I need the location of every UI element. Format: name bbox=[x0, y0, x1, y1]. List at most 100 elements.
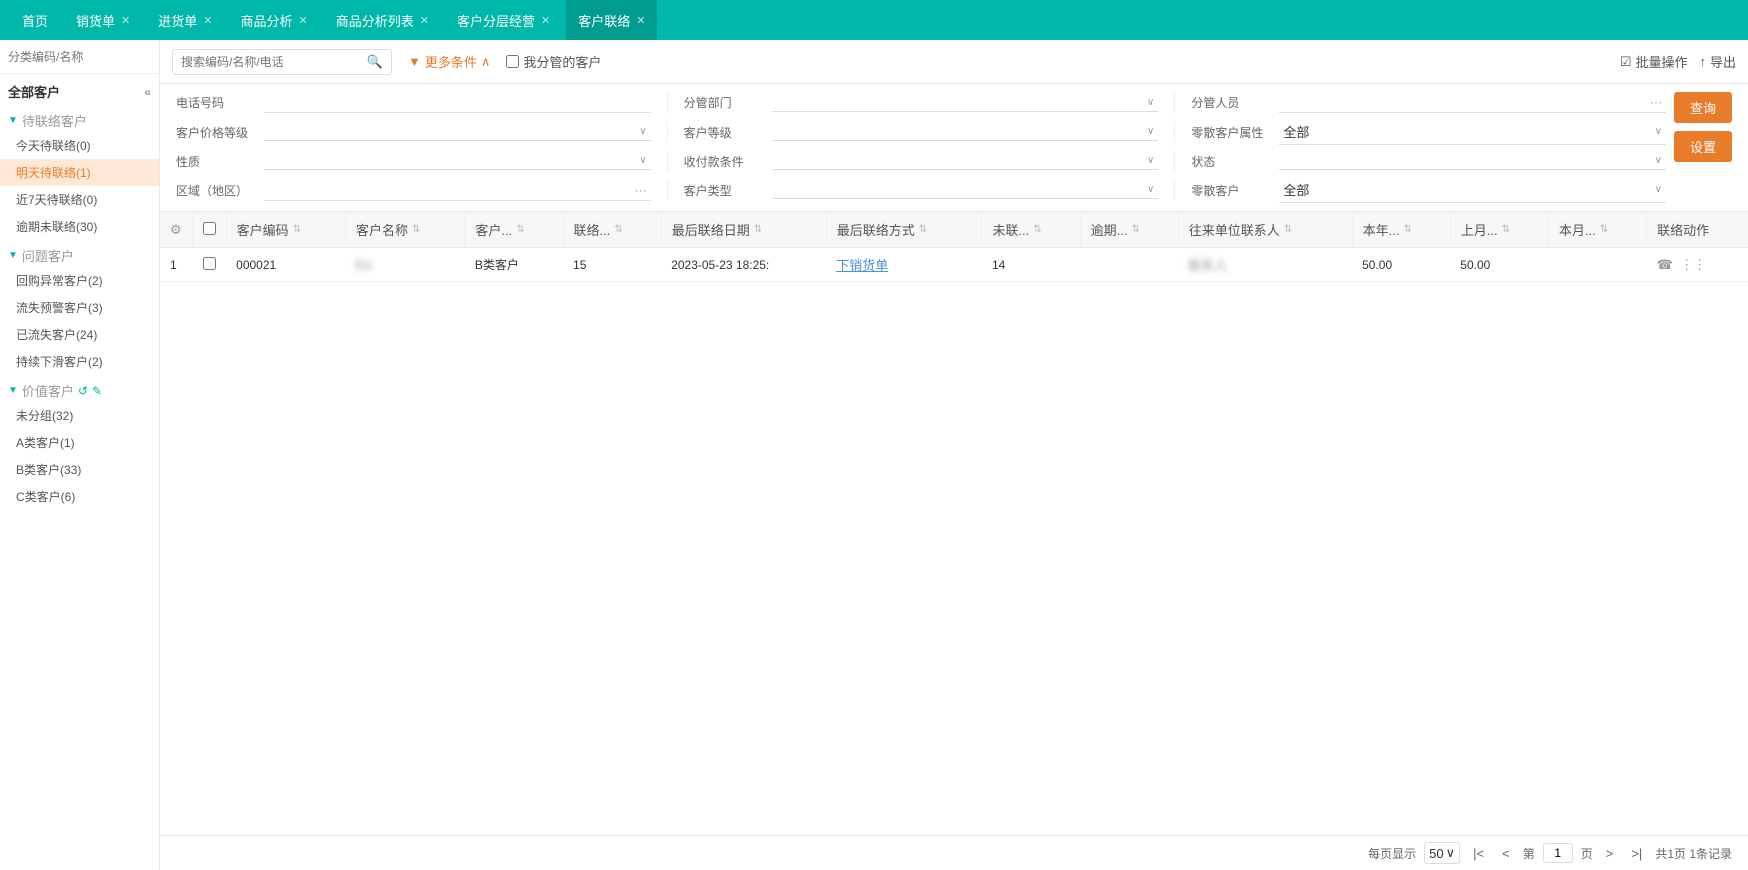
select-all-checkbox[interactable] bbox=[203, 222, 216, 235]
row-code: 000021 bbox=[226, 248, 345, 282]
row-this-year: 50.00 bbox=[1352, 248, 1450, 282]
row-last-date: 2023-05-23 18:25: bbox=[661, 248, 826, 282]
nav-customer-tier[interactable]: 客户分层经营 ✕ bbox=[445, 0, 562, 40]
region-select[interactable]: ··· bbox=[264, 180, 651, 201]
total-label: 共1页 1条记录 bbox=[1655, 845, 1732, 862]
th-last-date: 最后联络日期 ⇅ bbox=[661, 212, 826, 248]
sidebar-item-churn-warning[interactable]: 流失预警客户(3) bbox=[0, 294, 159, 321]
price-grade-select[interactable]: ∨ bbox=[264, 123, 651, 141]
sort-icon: ⇅ bbox=[516, 224, 524, 235]
th-uncontacted: 未联... ⇅ bbox=[982, 212, 1080, 248]
group-problem-customers: ▼ 问题客户 bbox=[0, 240, 159, 267]
last-method-link[interactable]: 下销货单 bbox=[836, 258, 888, 273]
next-page-btn[interactable]: > bbox=[1601, 844, 1619, 863]
all-customers-header[interactable]: 全部客户 « bbox=[0, 74, 159, 105]
sort-icon: ⇅ bbox=[1600, 224, 1608, 235]
first-page-btn[interactable]: |< bbox=[1468, 844, 1489, 863]
row-checkbox bbox=[192, 248, 226, 282]
my-customers-checkbox[interactable]: 我分管的客户 bbox=[506, 52, 601, 71]
close-icon[interactable]: ✕ bbox=[299, 14, 308, 27]
th-last-method: 最后联络方式 ⇅ bbox=[826, 212, 982, 248]
sidebar-item-today[interactable]: 今天待联络(0) bbox=[0, 132, 159, 159]
settings-button[interactable]: 设置 bbox=[1674, 131, 1732, 162]
sidebar-item-class-c[interactable]: C类客户(6) bbox=[0, 483, 159, 510]
sidebar-item-repurchase-abnormal[interactable]: 回购异常客户(2) bbox=[0, 267, 159, 294]
th-type: 客户... ⇅ bbox=[465, 212, 563, 248]
filter-manager: 分管人员 ··· bbox=[1191, 92, 1666, 113]
group-pending-contact: ▼ 待联络客户 bbox=[0, 105, 159, 132]
sidebar-item-tomorrow[interactable]: 明天待联络(1) bbox=[0, 159, 159, 186]
cust-type-select[interactable]: ∨ bbox=[772, 181, 1159, 199]
sort-icon: ⇅ bbox=[614, 224, 622, 235]
nav-customer-contact[interactable]: 客户联络 ✕ bbox=[566, 0, 657, 40]
dept-select[interactable]: ∨ bbox=[772, 94, 1159, 112]
per-page-select[interactable]: 50 ∨ bbox=[1424, 842, 1460, 864]
nature-select[interactable]: ∨ bbox=[264, 152, 651, 170]
sidebar-item-7days[interactable]: 近7天待联络(0) bbox=[0, 186, 159, 213]
edit-icon[interactable]: ✎ bbox=[92, 384, 102, 398]
page-input[interactable] bbox=[1543, 843, 1573, 863]
prev-page-btn[interactable]: < bbox=[1497, 844, 1515, 863]
triangle-icon: ▼ bbox=[8, 115, 18, 126]
close-icon[interactable]: ✕ bbox=[541, 14, 550, 27]
sidebar-item-overdue[interactable]: 逾期未联络(30) bbox=[0, 213, 159, 240]
filter-icon: ▼ bbox=[408, 54, 421, 69]
triangle-icon: ▼ bbox=[8, 250, 18, 261]
collapse-icon: « bbox=[144, 85, 151, 99]
gear-icon[interactable]: ⚙ bbox=[170, 222, 182, 237]
main-search-input[interactable] bbox=[181, 55, 367, 69]
filter-panel: 电话号码 分管部门 ∨ 分管人员 bbox=[160, 84, 1748, 212]
filter-cust-grade: 客户等级 ∨ bbox=[684, 123, 1159, 141]
row-last-method: 下销货单 bbox=[826, 248, 982, 282]
row-check[interactable] bbox=[203, 257, 216, 270]
contact-icon[interactable]: ☎ bbox=[1657, 257, 1673, 272]
status-select[interactable]: ∨ bbox=[1279, 152, 1666, 170]
sidebar-item-declining[interactable]: 持续下滑客户(2) bbox=[0, 348, 159, 375]
manager-select[interactable]: ··· bbox=[1279, 92, 1666, 113]
chevron-down-icon: ∨ bbox=[1147, 155, 1154, 166]
sidebar-item-class-a[interactable]: A类客户(1) bbox=[0, 429, 159, 456]
row-name: Ea bbox=[346, 248, 465, 282]
chevron-down-icon: ∨ bbox=[1147, 97, 1154, 108]
retail-attr-select[interactable]: 全部 ∨ bbox=[1279, 119, 1666, 145]
my-customers-check[interactable] bbox=[506, 55, 519, 68]
sidebar-item-class-b[interactable]: B类客户(33) bbox=[0, 456, 159, 483]
nav-sales-order[interactable]: 销货单 ✕ bbox=[64, 0, 142, 40]
export-btn[interactable]: ↑ 导出 bbox=[1699, 52, 1736, 71]
nav-product-analysis-list[interactable]: 商品分析列表 ✕ bbox=[324, 0, 441, 40]
nav-purchase-order[interactable]: 进货单 ✕ bbox=[146, 0, 224, 40]
filter-nature: 性质 ∨ bbox=[176, 152, 651, 170]
query-button[interactable]: 查询 bbox=[1674, 92, 1732, 123]
close-icon[interactable]: ✕ bbox=[420, 14, 429, 27]
retail-cust-select[interactable]: 全部 ∨ bbox=[1279, 177, 1666, 203]
search-icon[interactable]: 🔍 bbox=[367, 54, 383, 70]
th-name: 客户名称 ⇅ bbox=[346, 212, 465, 248]
row-unit-contact: 联系人 bbox=[1178, 248, 1352, 282]
nav-product-analysis[interactable]: 商品分析 ✕ bbox=[228, 0, 319, 40]
phone-input[interactable] bbox=[264, 92, 651, 113]
sort-icon: ⇅ bbox=[754, 224, 762, 235]
nav-home[interactable]: 首页 bbox=[10, 0, 60, 40]
batch-op-btn[interactable]: ☑ 批量操作 bbox=[1620, 52, 1688, 71]
row-index: 1 bbox=[160, 248, 192, 282]
divider bbox=[1174, 93, 1175, 113]
content-area: 🔍 ▼ 更多条件 ∧ 我分管的客户 ☑ 批量操作 ↑ 导出 bbox=[160, 40, 1748, 870]
sidebar-item-ungrouped[interactable]: 未分组(32) bbox=[0, 402, 159, 429]
customer-table: ⚙ 客户编码 ⇅ 客户名称 bbox=[160, 212, 1748, 282]
close-icon[interactable]: ✕ bbox=[636, 14, 645, 27]
sidebar-item-churned[interactable]: 已流失客户(24) bbox=[0, 321, 159, 348]
sort-icon: ⇅ bbox=[1284, 224, 1292, 235]
cust-grade-select[interactable]: ∨ bbox=[772, 123, 1159, 141]
more-conditions-btn[interactable]: ▼ 更多条件 ∧ bbox=[400, 48, 498, 75]
filter-row-1: 电话号码 分管部门 ∨ 分管人员 bbox=[176, 92, 1666, 113]
last-page-btn[interactable]: >| bbox=[1626, 844, 1647, 863]
close-icon[interactable]: ✕ bbox=[121, 14, 130, 27]
more-action-icon[interactable]: ⋮⋮ bbox=[1680, 257, 1706, 272]
refresh-icon[interactable]: ↺ bbox=[78, 384, 88, 398]
sort-icon: ⇅ bbox=[919, 224, 927, 235]
chevron-down-icon: ∨ bbox=[639, 155, 646, 166]
sidebar-search-input[interactable] bbox=[8, 50, 160, 64]
payment-select[interactable]: ∨ bbox=[772, 152, 1159, 170]
close-icon[interactable]: ✕ bbox=[203, 14, 212, 27]
chevron-down-icon: ∨ bbox=[1147, 184, 1154, 195]
